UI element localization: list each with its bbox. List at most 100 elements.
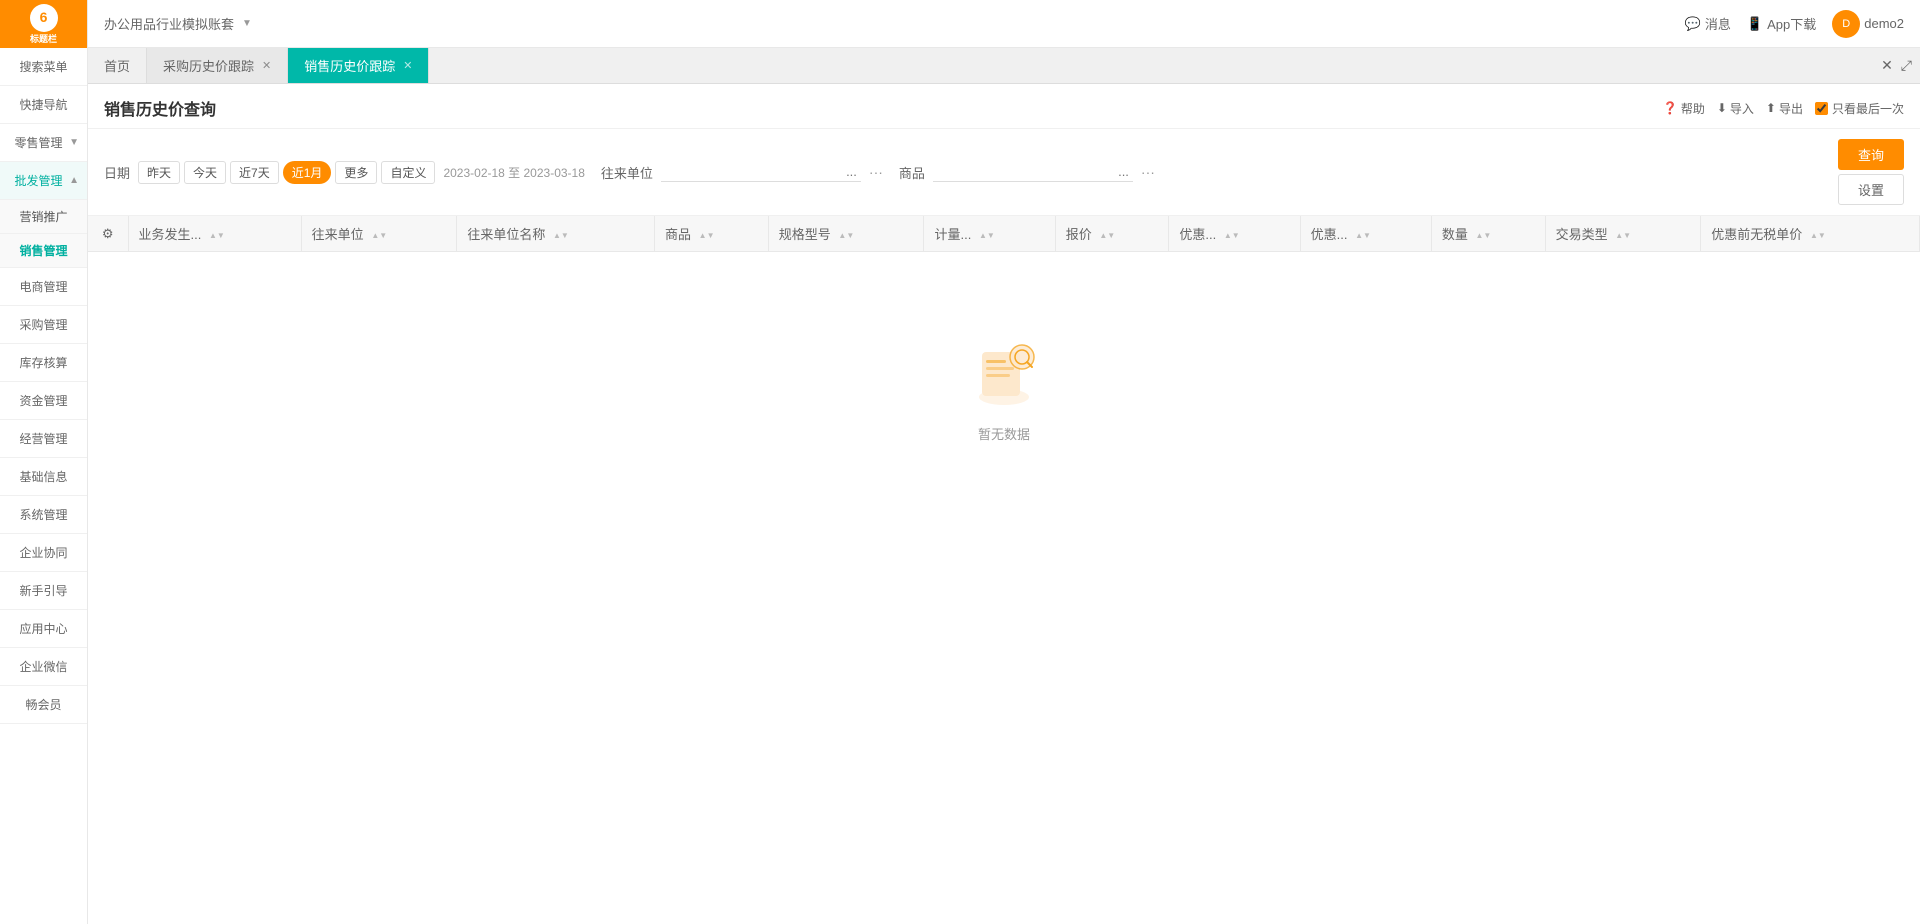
header-title: 办公用品行业模拟账套: [104, 14, 234, 33]
sidebar-item-quicknav[interactable]: 快捷导航: [0, 86, 87, 124]
sidebar-item-ecommerce[interactable]: 电商管理: [0, 268, 87, 306]
table-header: ⚙ 业务发生... ▲▼ 往来单位 ▲▼ 往来单位名称 ▲▼: [88, 216, 1920, 252]
export-button[interactable]: ⬆ 导出: [1766, 100, 1803, 117]
message-icon: 💬: [1685, 16, 1701, 32]
th-spec[interactable]: 规格型号 ▲▼: [768, 216, 924, 252]
sort-icon-partner-code: ▲▼: [371, 232, 387, 240]
date-btn-7days[interactable]: 近7天: [230, 161, 279, 184]
only-last-checkbox-label[interactable]: 只看最后一次: [1815, 100, 1904, 117]
empty-icon: [964, 332, 1044, 412]
date-btn-yesterday[interactable]: 昨天: [138, 161, 180, 184]
query-button[interactable]: 查询: [1838, 139, 1904, 170]
data-table: ⚙ 业务发生... ▲▼ 往来单位 ▲▼ 往来单位名称 ▲▼: [88, 216, 1920, 252]
sidebar-item-retail[interactable]: 零售管理 ▼: [0, 124, 87, 162]
tab-maximize-icon[interactable]: ⤢: [1901, 57, 1912, 74]
sidebar: 6 标题栏 搜索菜单 快捷导航 零售管理 ▼ 批发管理 ▲ 营销推广 销售管理 …: [0, 0, 88, 924]
tab-purchase[interactable]: 采购历史价跟踪 ✕: [147, 48, 288, 83]
th-pretax-price[interactable]: 优惠前无税单价 ▲▼: [1701, 216, 1920, 252]
th-partner-name[interactable]: 往来单位名称 ▲▼: [457, 216, 655, 252]
main-content: 办公用品行业模拟账套 ▼ 💬 消息 📱 App下载 D demo2 首页: [88, 0, 1920, 924]
chevron-down-icon: ▼: [69, 137, 79, 148]
th-qty[interactable]: 数量 ▲▼: [1431, 216, 1545, 252]
date-btn-1month[interactable]: 近1月: [283, 161, 332, 184]
sort-icon-spec: ▲▼: [838, 232, 854, 240]
import-button[interactable]: ⬇ 导入: [1717, 100, 1754, 117]
sidebar-item-app-center[interactable]: 应用中心: [0, 610, 87, 648]
th-trade-type[interactable]: 交易类型 ▲▼: [1545, 216, 1701, 252]
source-unit-label: 往来单位: [601, 163, 653, 182]
date-btn-custom[interactable]: 自定义: [381, 161, 435, 184]
table-wrapper: ⚙ 业务发生... ▲▼ 往来单位 ▲▼ 往来单位名称 ▲▼: [88, 216, 1920, 924]
th-partner-code[interactable]: 往来单位 ▲▼: [301, 216, 457, 252]
th-unit[interactable]: 计量... ▲▼: [924, 216, 1055, 252]
tab-sales[interactable]: 销售历史价跟踪 ✕: [288, 48, 429, 83]
sidebar-item-member[interactable]: 畅会员: [0, 686, 87, 724]
sidebar-item-inventory[interactable]: 库存核算: [0, 344, 87, 382]
th-business-date[interactable]: 业务发生... ▲▼: [128, 216, 301, 252]
filter-bar: 日期 昨天 今天 近7天 近1月 更多 自定义 2023-02-18 至 202…: [88, 129, 1920, 216]
sort-icon-unit: ▲▼: [979, 232, 995, 240]
sidebar-item-search[interactable]: 搜索菜单: [0, 48, 87, 86]
th-goods[interactable]: 商品 ▲▼: [655, 216, 769, 252]
sidebar-item-wholesale[interactable]: 批发管理 ▲: [0, 162, 87, 200]
tab-bar: 首页 采购历史价跟踪 ✕ 销售历史价跟踪 ✕ ✕ ⤢: [88, 48, 1920, 84]
logo-icon: 6: [30, 4, 58, 32]
header-left: 办公用品行业模拟账套 ▼: [104, 14, 252, 33]
date-filter-group: 日期 昨天 今天 近7天 近1月 更多 自定义 2023-02-18 至 202…: [104, 161, 585, 184]
sidebar-item-wechat[interactable]: 企业微信: [0, 648, 87, 686]
date-btn-more[interactable]: 更多: [335, 161, 377, 184]
page-header: 销售历史价查询 ❓ 帮助 ⬇ 导入 ⬆ 导出 只看最后一次: [88, 84, 1920, 129]
tab-close-sales[interactable]: ✕: [403, 59, 412, 72]
th-gear[interactable]: ⚙: [88, 216, 128, 252]
page-title: 销售历史价查询: [104, 96, 216, 120]
source-unit-filter: 往来单位 ···: [601, 162, 883, 182]
goods-input[interactable]: [933, 162, 1133, 182]
date-btn-today[interactable]: 今天: [184, 161, 226, 184]
date-options: 昨天 今天 近7天 近1月 更多 自定义: [138, 161, 435, 184]
sidebar-sub-item-marketing[interactable]: 营销推广: [0, 200, 87, 234]
source-unit-input[interactable]: [661, 162, 861, 182]
page-content: 销售历史价查询 ❓ 帮助 ⬇ 导入 ⬆ 导出 只看最后一次: [88, 84, 1920, 924]
sidebar-item-system[interactable]: 系统管理: [0, 496, 87, 534]
date-range-display: 2023-02-18 至 2023-03-18: [443, 164, 584, 181]
empty-text: 暂无数据: [978, 424, 1030, 443]
sort-icon-goods: ▲▼: [699, 232, 715, 240]
source-unit-ellipsis[interactable]: ···: [869, 164, 883, 180]
tab-bar-actions: ✕ ⤢: [1873, 48, 1920, 83]
goods-ellipsis[interactable]: ···: [1141, 164, 1155, 180]
tab-home[interactable]: 首页: [88, 48, 147, 83]
tab-bar-spacer: [429, 48, 1873, 83]
gear-icon[interactable]: ⚙: [102, 226, 114, 241]
app-download-button[interactable]: 📱 App下载: [1747, 14, 1816, 33]
tab-close-all-icon[interactable]: ✕: [1881, 57, 1893, 74]
app-logo: 6 标题栏: [0, 0, 87, 48]
sidebar-sub-section: 营销推广 销售管理: [0, 200, 87, 268]
page-header-actions: ❓ 帮助 ⬇ 导入 ⬆ 导出 只看最后一次: [1663, 100, 1904, 117]
sidebar-item-guide[interactable]: 新手引导: [0, 572, 87, 610]
th-discount2[interactable]: 优惠... ▲▼: [1300, 216, 1431, 252]
header-dropdown-icon[interactable]: ▼: [242, 18, 252, 29]
message-button[interactable]: 💬 消息: [1685, 14, 1731, 33]
logo-text: 标题栏: [30, 34, 57, 45]
settings-button[interactable]: 设置: [1838, 174, 1904, 205]
chevron-up-icon: ▲: [69, 175, 79, 186]
export-icon: ⬆: [1766, 101, 1776, 115]
th-discount1[interactable]: 优惠... ▲▼: [1169, 216, 1300, 252]
only-last-checkbox[interactable]: [1815, 102, 1828, 115]
tab-close-purchase[interactable]: ✕: [262, 59, 271, 72]
import-icon: ⬇: [1717, 101, 1727, 115]
user-profile[interactable]: D demo2: [1832, 10, 1904, 38]
sort-icon-discount2: ▲▼: [1355, 232, 1371, 240]
th-quote[interactable]: 报价 ▲▼: [1055, 216, 1169, 252]
sidebar-item-basic-info[interactable]: 基础信息: [0, 458, 87, 496]
sidebar-item-operation[interactable]: 经营管理: [0, 420, 87, 458]
table-header-row: ⚙ 业务发生... ▲▼ 往来单位 ▲▼ 往来单位名称 ▲▼: [88, 216, 1920, 252]
sidebar-sub-item-sales[interactable]: 销售管理: [0, 234, 87, 268]
sort-icon-discount1: ▲▼: [1224, 232, 1240, 240]
sidebar-item-purchase[interactable]: 采购管理: [0, 306, 87, 344]
sort-icon-business-date: ▲▼: [209, 232, 225, 240]
sort-icon-trade-type: ▲▼: [1615, 232, 1631, 240]
sidebar-item-cooperation[interactable]: 企业协同: [0, 534, 87, 572]
sidebar-item-finance[interactable]: 资金管理: [0, 382, 87, 420]
help-button[interactable]: ❓ 帮助: [1663, 100, 1705, 117]
